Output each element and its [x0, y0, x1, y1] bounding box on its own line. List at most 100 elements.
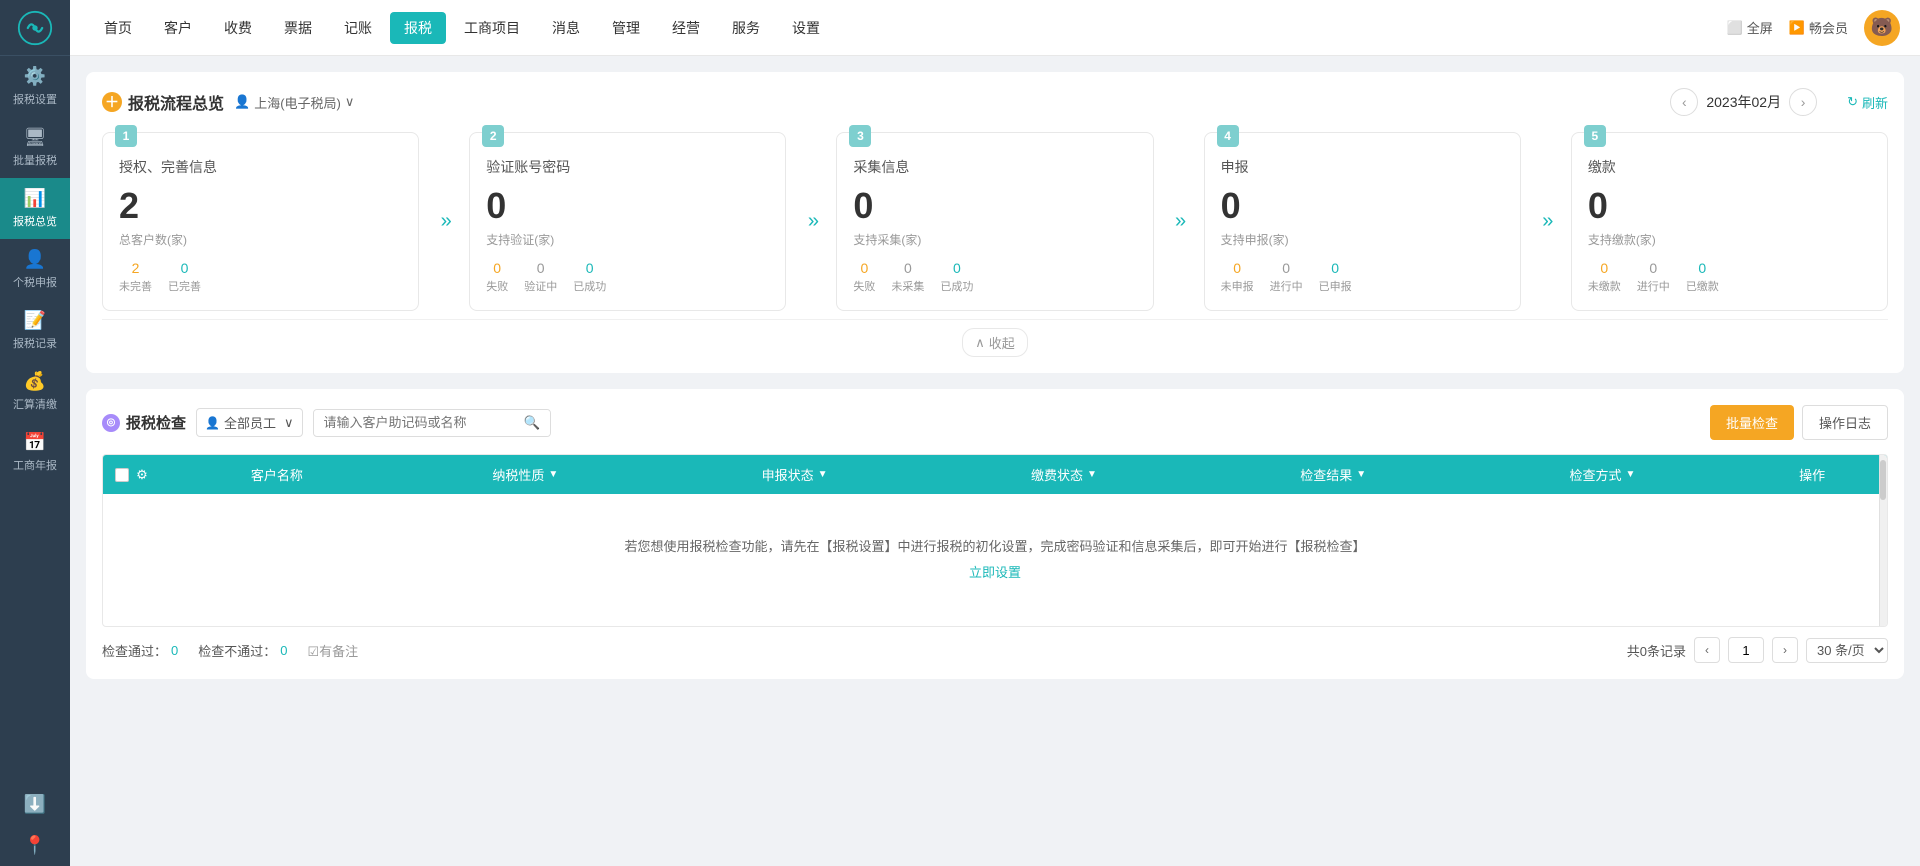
step-2-count: 0 [486, 185, 769, 227]
dropdown-arrow-icon: ∨ [284, 415, 294, 431]
nav-home[interactable]: 首页 [90, 12, 146, 44]
next-month-button[interactable]: › [1789, 88, 1817, 116]
fullscreen-icon: ⬜ [1727, 20, 1743, 36]
step-3-stat-2: 0 已成功 [940, 260, 973, 294]
th-check-result[interactable]: 检查结果 ▼ [1199, 455, 1468, 494]
sidebar-item-location[interactable]: 📍 [24, 825, 46, 866]
refresh-button[interactable]: ↻ 刷新 [1847, 93, 1888, 112]
step-1-num: 1 [115, 125, 137, 147]
sidebar-item-tax-records[interactable]: 📝 报税记录 [0, 300, 70, 361]
overview-title: ＋ 报税流程总览 [102, 90, 224, 114]
app-logo [0, 0, 70, 56]
step-5-label: 支持缴款(家) [1588, 231, 1871, 248]
nav-settings[interactable]: 设置 [778, 12, 834, 44]
annual-report-icon: 📅 [24, 432, 46, 453]
step-1-stat-1: 0 已完善 [168, 260, 201, 294]
step-3-title: 采集信息 [853, 157, 1136, 177]
nav-accounting[interactable]: 记账 [330, 12, 386, 44]
collapse-button[interactable]: ∧ 收起 [962, 328, 1028, 357]
nav-customer[interactable]: 客户 [150, 12, 206, 44]
th-filing-status[interactable]: 申报状态 ▼ [660, 455, 929, 494]
step-5-stat-0: 0 未缴款 [1588, 260, 1621, 294]
search-button[interactable]: 🔍 [514, 410, 551, 436]
nav-tax[interactable]: 报税 [390, 12, 446, 44]
step-3-label: 支持采集(家) [853, 231, 1136, 248]
sidebar-item-batch-tax[interactable]: 🖥 批量报税 [0, 117, 70, 178]
sidebar-item-tax-settings[interactable]: ⚙️ 报税设置 [0, 56, 70, 117]
pass-stat: 检查通过： 0 [102, 641, 178, 660]
fail-stat: 检查不通过： 0 [198, 641, 287, 660]
nav-fee[interactable]: 收费 [210, 12, 266, 44]
member-icon: ▶️ [1789, 20, 1805, 36]
personal-tax-icon: 👤 [24, 249, 46, 270]
sidebar-item-tax-overview[interactable]: 📊 报税总览 [0, 178, 70, 239]
step-1-stat-0: 2 未完善 [119, 260, 152, 294]
nav-invoice[interactable]: 票据 [270, 12, 326, 44]
download-icon: ⬇️ [24, 794, 46, 815]
th-check-method[interactable]: 检查方式 ▼ [1468, 455, 1737, 494]
search-input[interactable] [314, 410, 514, 435]
step-1-title: 授权、完善信息 [119, 157, 402, 177]
current-month: 2023年02月 [1706, 92, 1781, 112]
step-1-card: 1 授权、完善信息 2 总客户数(家) 2 未完善 0 已完善 [102, 132, 419, 311]
setup-link[interactable]: 立即设置 [969, 565, 1021, 580]
per-page-select[interactable]: 30 条/页 [1806, 638, 1888, 663]
page-input[interactable] [1728, 637, 1764, 663]
th-payment-status[interactable]: 缴费状态 ▼ [929, 455, 1198, 494]
header-checkbox[interactable] [115, 468, 129, 482]
step-4-label: 支持申报(家) [1221, 231, 1504, 248]
sidebar-item-download[interactable]: ⬇️ [24, 784, 46, 825]
top-nav: 首页 客户 收费 票据 记账 报税 工商项目 消息 管理 经营 服务 设置 [90, 12, 1727, 44]
fullscreen-button[interactable]: ⬜ 全屏 [1727, 18, 1773, 37]
filter-icon-tax: ▼ [548, 469, 558, 480]
step-2-stat-1: 0 验证中 [524, 260, 557, 294]
step-4-stats: 0 未申报 0 进行中 0 已申报 [1221, 260, 1504, 294]
nav-business[interactable]: 工商项目 [450, 12, 534, 44]
th-tax-nature[interactable]: 纳税性质 ▼ [391, 455, 660, 494]
step-3-stats: 0 失败 0 未采集 0 已成功 [853, 260, 1136, 294]
operation-log-button[interactable]: 操作日志 [1802, 405, 1888, 440]
search-wrap: 🔍 [313, 409, 552, 437]
filter-icon-filing: ▼ [818, 469, 828, 480]
pass-count[interactable]: 0 [171, 643, 178, 658]
arrow-3-4: » [1154, 132, 1204, 311]
step-2-num: 2 [482, 125, 504, 147]
step-2-card: 2 验证账号密码 0 支持验证(家) 0 失败 0 验证中 [469, 132, 786, 311]
location-tag[interactable]: 👤 上海(电子税局) ∨ [234, 93, 354, 112]
step-5-count: 0 [1588, 185, 1871, 227]
prev-month-button[interactable]: ‹ [1670, 88, 1698, 116]
nav-message[interactable]: 消息 [538, 12, 594, 44]
scrollbar-thumb [1880, 460, 1886, 500]
employee-icon: 👤 [205, 416, 220, 430]
step-2-stat-2: 0 已成功 [573, 260, 606, 294]
sidebar-item-personal-tax[interactable]: 👤 个税申报 [0, 239, 70, 300]
scrollbar[interactable] [1879, 455, 1887, 626]
batch-check-button[interactable]: 批量检查 [1710, 405, 1794, 440]
step-4-num: 4 [1217, 125, 1239, 147]
nav-management[interactable]: 管理 [598, 12, 654, 44]
next-page-button[interactable]: › [1772, 637, 1798, 663]
step-3-count: 0 [853, 185, 1136, 227]
employee-filter[interactable]: 👤 全部员工 ∨ [196, 408, 302, 437]
table-settings-icon[interactable]: ⚙ [133, 466, 151, 484]
step-5-card: 5 缴款 0 支持缴款(家) 0 未缴款 0 进行中 [1571, 132, 1888, 311]
chevron-down-icon: ∨ [345, 94, 355, 110]
step-4-stat-2: 0 已申报 [1319, 260, 1352, 294]
total-records: 共0条记录 [1627, 641, 1686, 660]
prev-page-button[interactable]: ‹ [1694, 637, 1720, 663]
topbar-right: ⬜ 全屏 ▶️ 畅会员 🐻 [1727, 10, 1900, 46]
fail-count[interactable]: 0 [280, 643, 287, 658]
sidebar-item-annual-settlement[interactable]: 💰 汇算清缴 [0, 361, 70, 422]
arrow-4-5: » [1521, 132, 1571, 311]
tax-settings-icon: ⚙️ [24, 66, 46, 87]
pagination: 共0条记录 ‹ › 30 条/页 [1627, 637, 1888, 663]
nav-operation[interactable]: 经营 [658, 12, 714, 44]
sidebar-item-annual-report[interactable]: 📅 工商年报 [0, 422, 70, 483]
user-avatar[interactable]: 🐻 [1864, 10, 1900, 46]
collapse-bar: ∧ 收起 [102, 319, 1888, 357]
annual-settlement-icon: 💰 [24, 371, 46, 392]
nav-service[interactable]: 服务 [718, 12, 774, 44]
table-wrap: ⚙ 客户名称 纳税性质 ▼ [102, 454, 1888, 627]
member-button[interactable]: ▶️ 畅会员 [1789, 18, 1848, 37]
table-footer: 检查通过： 0 检查不通过： 0 ☑有备注 共0条记录 ‹ › 30 条/页 [102, 627, 1888, 663]
